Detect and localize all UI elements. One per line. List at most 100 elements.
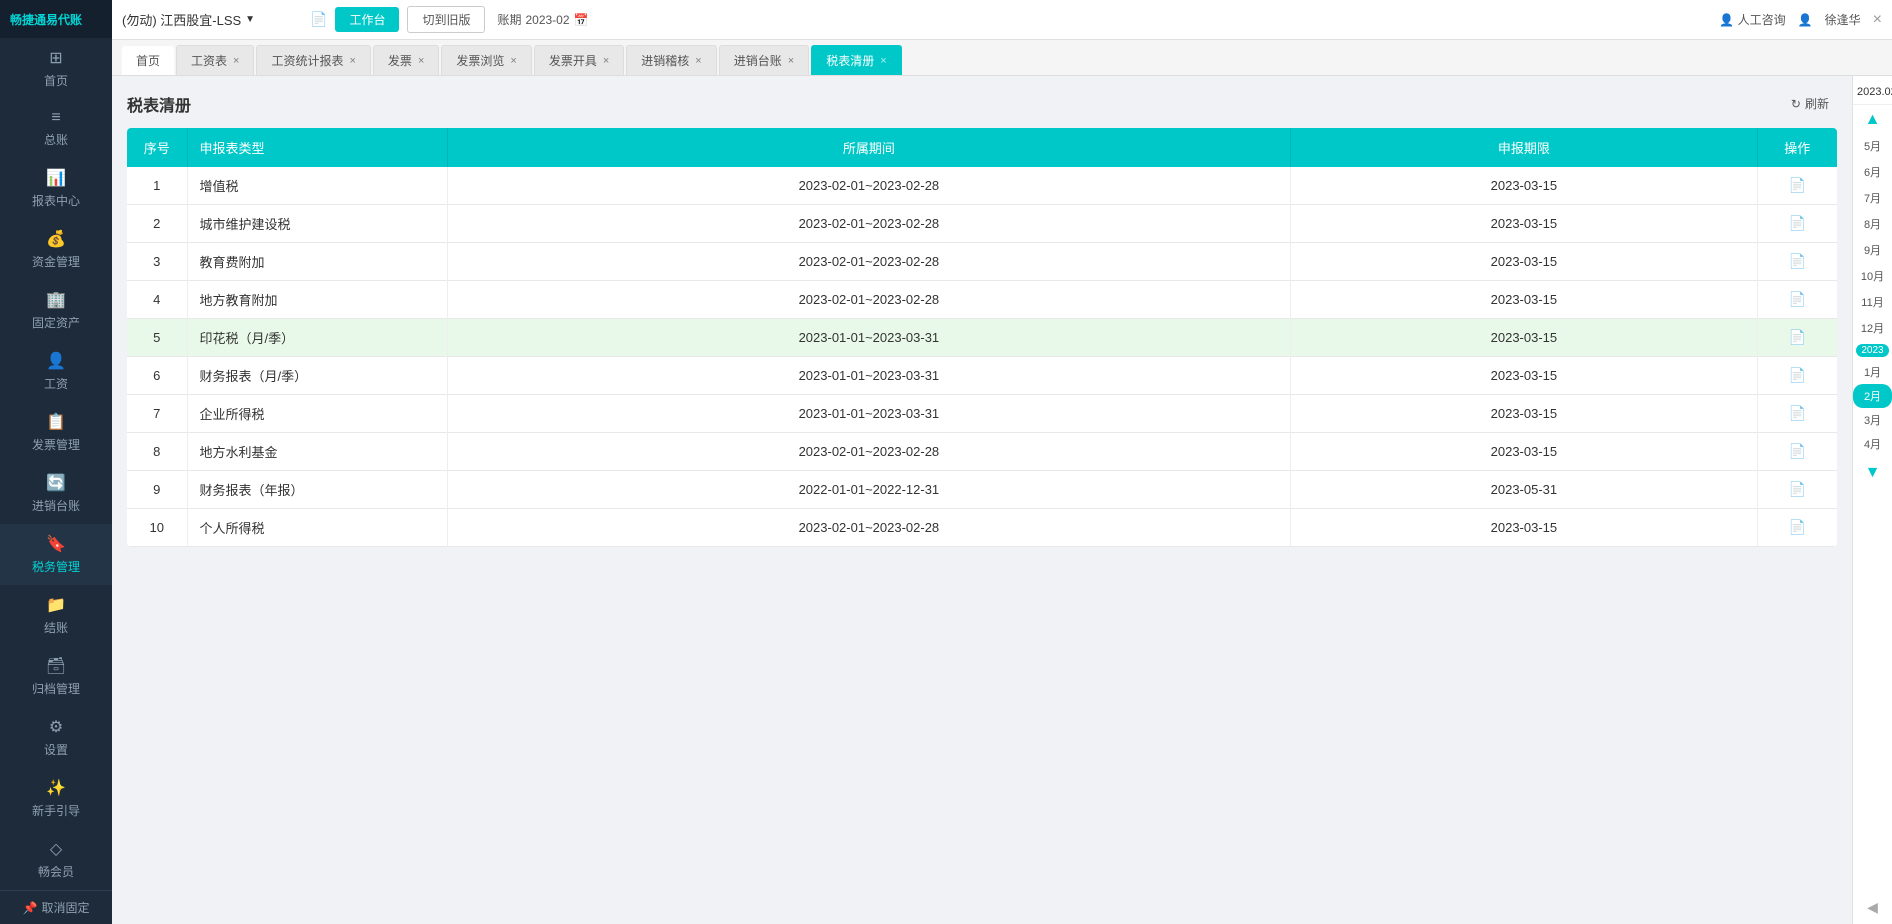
tab-invoice-open[interactable]: 发票开具 × xyxy=(534,45,624,75)
switch-old-button[interactable]: 切到旧版 xyxy=(407,6,485,33)
sidebar-item-guide[interactable]: ✨ 新手引导 xyxy=(0,768,112,829)
cell-deadline: 2023-03-15 xyxy=(1291,357,1757,395)
pin-toggle[interactable]: 📌 取消固定 xyxy=(0,890,112,924)
cell-period: 2023-02-01~2023-02-28 xyxy=(447,509,1291,547)
month-7[interactable]: 7月 xyxy=(1853,185,1892,211)
refresh-button[interactable]: ↻ 刷新 xyxy=(1783,91,1837,116)
sidebar-item-payroll[interactable]: 👤 工资 xyxy=(0,341,112,402)
cell-action[interactable]: 📄 xyxy=(1757,319,1837,357)
pin-icon: 📌 xyxy=(23,901,38,915)
cell-action[interactable]: 📄 xyxy=(1757,395,1837,433)
main-area: (勿动) 江西股宜-LSS ▼ 📄 工作台 切到旧版 账期 2023-02 📅 … xyxy=(112,0,1892,924)
sidebar-item-member[interactable]: ◇ 畅会员 xyxy=(0,829,112,890)
table-row: 5 印花税（月/季） 2023-01-01~2023-03-31 2023-03… xyxy=(127,319,1837,357)
cell-deadline: 2023-03-15 xyxy=(1291,509,1757,547)
table-row: 10 个人所得税 2023-02-01~2023-02-28 2023-03-1… xyxy=(127,509,1837,547)
cell-type: 个人所得税 xyxy=(187,509,447,547)
panel-nav-up[interactable]: ▲ xyxy=(1861,107,1885,133)
action-doc-icon[interactable]: 📄 xyxy=(1789,443,1806,459)
month-8[interactable]: 8月 xyxy=(1853,211,1892,237)
action-doc-icon[interactable]: 📄 xyxy=(1789,367,1806,383)
company-selector[interactable]: (勿动) 江西股宜-LSS ▼ xyxy=(122,10,302,29)
cell-period: 2023-01-01~2023-03-31 xyxy=(447,357,1291,395)
cell-action[interactable]: 📄 xyxy=(1757,471,1837,509)
workbench-button[interactable]: 工作台 xyxy=(335,7,399,32)
action-doc-icon[interactable]: 📄 xyxy=(1789,329,1806,345)
month-2023-2[interactable]: 2月 xyxy=(1853,384,1892,408)
month-5[interactable]: 5月 xyxy=(1853,133,1892,159)
table-row: 4 地方教育附加 2023-02-01~2023-02-28 2023-03-1… xyxy=(127,281,1837,319)
cell-no: 9 xyxy=(127,471,187,509)
cell-no: 5 xyxy=(127,319,187,357)
cell-action[interactable]: 📄 xyxy=(1757,433,1837,471)
cell-action[interactable]: 📄 xyxy=(1757,281,1837,319)
month-2023-3[interactable]: 3月 xyxy=(1853,408,1892,432)
cell-period: 2023-01-01~2023-03-31 xyxy=(447,395,1291,433)
cell-action[interactable]: 📄 xyxy=(1757,357,1837,395)
sidebar-item-close[interactable]: 📁 结账 xyxy=(0,585,112,646)
tab-invoice-open-close[interactable]: × xyxy=(603,55,609,67)
tab-tax-list[interactable]: 税表清册 × xyxy=(811,45,901,75)
sidebar-item-report[interactable]: 📊 报表中心 xyxy=(0,158,112,219)
tab-payroll-report-close[interactable]: × xyxy=(349,55,355,67)
tab-payroll-report[interactable]: 工资统计报表 × xyxy=(256,45,370,75)
consultation-button[interactable]: 👤 人工咨询 xyxy=(1719,11,1785,28)
sidebar-item-settings[interactable]: ⚙ 设置 xyxy=(0,707,112,768)
sidebar-item-archive[interactable]: 🗃 归档管理 xyxy=(0,646,112,707)
action-doc-icon[interactable]: 📄 xyxy=(1789,519,1806,535)
tab-invoice-close[interactable]: × xyxy=(418,55,424,67)
cell-action[interactable]: 📄 xyxy=(1757,509,1837,547)
sidebar-label-invoice: 发票管理 xyxy=(32,436,80,453)
month-9[interactable]: 9月 xyxy=(1853,237,1892,263)
tab-purchase-ledger-close[interactable]: × xyxy=(788,55,794,67)
tab-purchase-ledger[interactable]: 进销台账 × xyxy=(719,45,809,75)
tab-home[interactable]: 首页 xyxy=(122,46,174,75)
cell-action[interactable]: 📄 xyxy=(1757,205,1837,243)
period-label: 账期 xyxy=(497,11,521,28)
sidebar-label-archive: 归档管理 xyxy=(32,680,80,697)
tab-payroll[interactable]: 工资表 × xyxy=(176,45,254,75)
sidebar-label-purchase: 进销台账 xyxy=(32,497,80,514)
tab-invoice-query-close[interactable]: × xyxy=(510,55,516,67)
sidebar-item-purchase[interactable]: 🔄 进销台账 xyxy=(0,463,112,524)
tab-payroll-close[interactable]: × xyxy=(233,55,239,67)
month-12[interactable]: 12月 xyxy=(1853,315,1892,341)
dropdown-icon: ▼ xyxy=(245,14,255,25)
sidebar-item-home[interactable]: ⊞ 首页 xyxy=(0,38,112,99)
panel-nav-down[interactable]: ▼ xyxy=(1861,460,1885,486)
sidebar-item-invoice[interactable]: 📋 发票管理 xyxy=(0,402,112,463)
topbar-close-button[interactable]: × xyxy=(1873,11,1882,29)
action-doc-icon[interactable]: 📄 xyxy=(1789,405,1806,421)
pin-label: 取消固定 xyxy=(41,899,89,916)
action-doc-icon[interactable]: 📄 xyxy=(1789,215,1806,231)
cell-period: 2023-01-01~2023-03-31 xyxy=(447,319,1291,357)
tab-invoice[interactable]: 发票 × xyxy=(373,45,439,75)
month-11[interactable]: 11月 xyxy=(1853,289,1892,315)
sidebar-item-ledger[interactable]: ≡ 总账 xyxy=(0,99,112,158)
month-6[interactable]: 6月 xyxy=(1853,159,1892,185)
cell-action[interactable]: 📄 xyxy=(1757,167,1837,205)
cell-type: 增值税 xyxy=(187,167,447,205)
action-doc-icon[interactable]: 📄 xyxy=(1789,253,1806,269)
tab-invoice-query[interactable]: 发票浏览 × xyxy=(441,45,531,75)
tab-tax-list-close[interactable]: × xyxy=(880,55,886,67)
cell-no: 4 xyxy=(127,281,187,319)
tab-purchase-audit-close[interactable]: × xyxy=(695,55,701,67)
tab-purchase-audit[interactable]: 进销稽核 × xyxy=(626,45,716,75)
sidebar-item-assets[interactable]: 🏢 固定资产 xyxy=(0,280,112,341)
cell-period: 2023-02-01~2023-02-28 xyxy=(447,243,1291,281)
period-value: 2023-02 xyxy=(525,13,569,27)
sidebar-item-tax[interactable]: 🔖 税务管理 xyxy=(0,524,112,585)
cell-action[interactable]: 📄 xyxy=(1757,243,1837,281)
sidebar-item-funds[interactable]: 💰 资金管理 xyxy=(0,219,112,280)
month-10[interactable]: 10月 xyxy=(1853,263,1892,289)
month-2023-4[interactable]: 4月 xyxy=(1853,432,1892,456)
action-doc-icon[interactable]: 📄 xyxy=(1789,177,1806,193)
action-doc-icon[interactable]: 📄 xyxy=(1789,481,1806,497)
panel-collapse-button[interactable]: ◀ xyxy=(1863,895,1882,920)
tabbar: 首页 工资表 × 工资统计报表 × 发票 × 发票浏览 × 发票开具 × 进销稽… xyxy=(112,40,1892,76)
right-panel-header: 2023.02 xyxy=(1853,80,1892,105)
cell-deadline: 2023-03-15 xyxy=(1291,433,1757,471)
action-doc-icon[interactable]: 📄 xyxy=(1789,291,1806,307)
month-2023-1[interactable]: 1月 xyxy=(1853,360,1892,384)
